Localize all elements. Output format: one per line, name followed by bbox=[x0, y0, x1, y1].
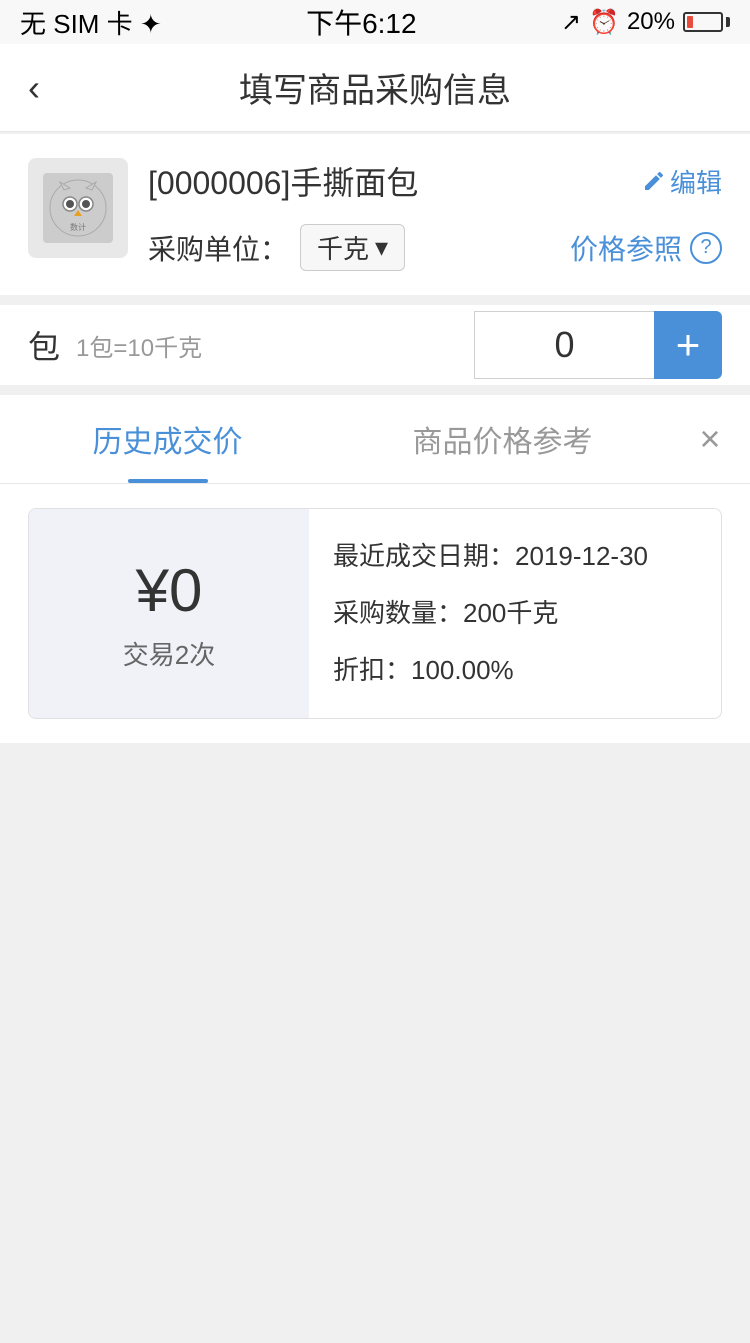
status-left: 无 SIM 卡 ✦ bbox=[20, 4, 162, 41]
tabs-section: 历史成交价 商品价格参考 × ¥0 交易2次 最近成交日期：2019-12-30 bbox=[0, 387, 750, 743]
quantity-controls: 0 + bbox=[474, 311, 722, 379]
purchase-qty-label: 采购数量： bbox=[333, 598, 463, 628]
purchase-unit-row: 采购单位： 千克 ▾ 价格参照 ? bbox=[148, 224, 722, 271]
tab-price-ref-label: 商品价格参考 bbox=[413, 417, 593, 461]
edit-button[interactable]: 编辑 bbox=[642, 163, 722, 200]
card-price-left: ¥0 交易2次 bbox=[29, 509, 309, 718]
history-card: ¥0 交易2次 最近成交日期：2019-12-30 采购数量：200千克 折扣：… bbox=[28, 508, 722, 719]
product-name: [0000006]手撕面包 bbox=[148, 158, 418, 204]
unit-value: 千克 bbox=[317, 229, 369, 266]
tab-history-label: 历史成交价 bbox=[93, 417, 243, 461]
card-details-right: 最近成交日期：2019-12-30 采购数量：200千克 折扣：100.00% bbox=[309, 509, 721, 718]
plus-icon: + bbox=[676, 321, 701, 369]
bao-hint: 1包=10千克 bbox=[76, 328, 202, 363]
unit-select-dropdown[interactable]: 千克 ▾ bbox=[300, 224, 405, 271]
dropdown-chevron-icon: ▾ bbox=[375, 232, 388, 263]
bottom-area bbox=[0, 743, 750, 1343]
tab-price-reference[interactable]: 商品价格参考 bbox=[335, 395, 670, 483]
trade-count: 交易2次 bbox=[123, 635, 215, 672]
price-value: 0 bbox=[169, 557, 202, 624]
back-button[interactable]: ‹ bbox=[28, 67, 40, 109]
status-right: ↗ ⏰ 20% bbox=[561, 8, 730, 37]
page-header: ‹ 填写商品采购信息 bbox=[0, 44, 750, 132]
recent-date-value: 2019-12-30 bbox=[515, 541, 648, 571]
edit-icon bbox=[642, 169, 666, 193]
history-price-amount: ¥0 bbox=[136, 556, 203, 625]
recent-date-label: 最近成交日期： bbox=[333, 541, 515, 571]
history-content: ¥0 交易2次 最近成交日期：2019-12-30 采购数量：200千克 折扣：… bbox=[0, 484, 750, 743]
price-ref-label: 价格参照 bbox=[570, 228, 682, 268]
close-icon: × bbox=[699, 418, 720, 460]
purchase-unit-left: 采购单位： 千克 ▾ bbox=[148, 224, 405, 271]
tab-history-price[interactable]: 历史成交价 bbox=[0, 395, 335, 483]
edit-label: 编辑 bbox=[670, 163, 722, 200]
status-time: 下午6:12 bbox=[306, 2, 417, 42]
purchase-unit-label: 采购单位： bbox=[148, 228, 288, 268]
quantity-plus-button[interactable]: + bbox=[654, 311, 722, 379]
quantity-input-field[interactable]: 0 bbox=[474, 311, 654, 379]
product-image-container: 数计 bbox=[28, 158, 128, 258]
product-logo-icon: 数计 bbox=[48, 178, 108, 238]
product-section: 数计 [0000006]手撕面包 编辑 采购单位： 千克 bbox=[0, 134, 750, 295]
product-name-row: [0000006]手撕面包 编辑 bbox=[148, 158, 722, 204]
tabs-header: 历史成交价 商品价格参考 × bbox=[0, 395, 750, 484]
help-icon: ? bbox=[690, 232, 722, 264]
product-detail: [0000006]手撕面包 编辑 采购单位： 千克 ▾ 价格 bbox=[148, 158, 722, 271]
battery-percentage: 20% bbox=[627, 8, 675, 36]
price-reference-button[interactable]: 价格参照 ? bbox=[570, 228, 722, 268]
quantity-label: 包 1包=10千克 bbox=[28, 322, 202, 368]
discount-row: 折扣：100.00% bbox=[333, 651, 697, 690]
product-thumbnail: 数计 bbox=[43, 173, 113, 243]
quantity-value: 0 bbox=[554, 324, 574, 366]
purchase-qty-row: 采购数量：200千克 bbox=[333, 594, 697, 633]
status-bar: 无 SIM 卡 ✦ 下午6:12 ↗ ⏰ 20% bbox=[0, 0, 750, 44]
discount-label: 折扣： bbox=[333, 655, 411, 685]
bao-label: 包 bbox=[28, 322, 60, 368]
quantity-section: 包 1包=10千克 0 + bbox=[0, 297, 750, 385]
page-title: 填写商品采购信息 bbox=[239, 63, 511, 112]
tab-close-button[interactable]: × bbox=[670, 395, 750, 483]
svg-text:数计: 数计 bbox=[70, 222, 86, 232]
discount-value: 100.00% bbox=[411, 655, 514, 685]
location-icon: ↗ bbox=[561, 8, 581, 37]
recent-date-row: 最近成交日期：2019-12-30 bbox=[333, 537, 697, 576]
no-sim-text: 无 SIM 卡 ✦ bbox=[20, 4, 162, 41]
product-row: 数计 [0000006]手撕面包 编辑 采购单位： 千克 bbox=[28, 158, 722, 271]
purchase-qty-value: 200千克 bbox=[463, 598, 558, 628]
alarm-icon: ⏰ bbox=[589, 8, 619, 37]
tab-active-underline bbox=[128, 479, 208, 483]
battery-indicator bbox=[683, 12, 730, 32]
currency-symbol: ¥ bbox=[136, 557, 169, 624]
